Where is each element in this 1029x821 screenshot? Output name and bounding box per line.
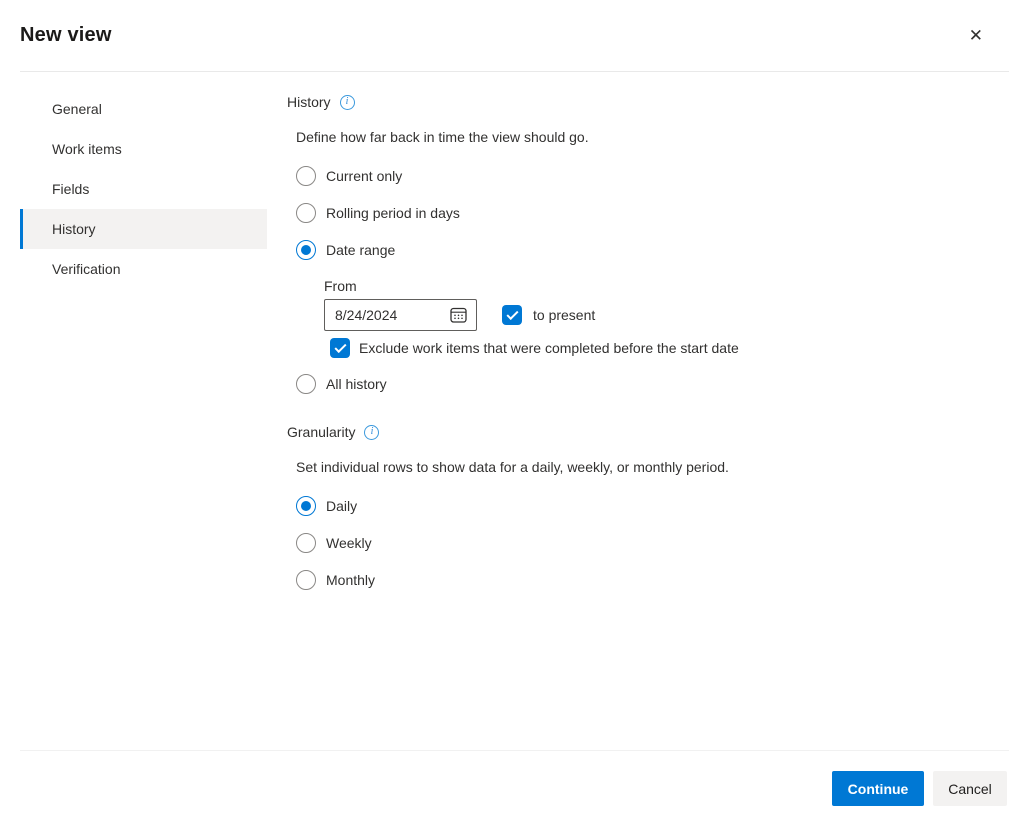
checkbox-checked-icon — [330, 338, 350, 358]
info-icon[interactable]: i — [340, 95, 355, 110]
radio-all-history[interactable]: All history — [296, 374, 1029, 394]
history-section: History i Define how far back in time th… — [287, 92, 1029, 394]
checkbox-checked-icon — [502, 305, 522, 325]
to-present-checkbox[interactable]: to present — [502, 305, 595, 325]
calendar-icon[interactable] — [450, 307, 467, 323]
sidebar-item-general[interactable]: General — [20, 89, 267, 129]
sidebar-item-label: History — [52, 221, 96, 237]
info-icon[interactable]: i — [364, 425, 379, 440]
radio-circle — [296, 374, 316, 394]
radio-circle-selected — [296, 496, 316, 516]
radio-label: Monthly — [326, 572, 375, 588]
dialog-title: New view — [20, 24, 112, 47]
radio-label: Date range — [326, 242, 395, 258]
history-heading-row: History i — [287, 92, 1029, 112]
radio-label: Current only — [326, 168, 402, 184]
dialog-body: General Work items Fields History Verifi… — [0, 72, 1029, 590]
radio-circle — [296, 533, 316, 553]
radio-circle — [296, 570, 316, 590]
from-date-field — [324, 299, 477, 331]
sidebar: General Work items Fields History Verifi… — [0, 72, 267, 590]
checkbox-label: to present — [533, 307, 595, 323]
radio-label: Daily — [326, 498, 357, 514]
cancel-button[interactable]: Cancel — [933, 771, 1007, 806]
checkbox-label: Exclude work items that were completed b… — [359, 340, 739, 356]
sidebar-item-fields[interactable]: Fields — [20, 169, 267, 209]
dialog-header: New view ✕ — [20, 0, 1009, 72]
radio-daily[interactable]: Daily — [296, 496, 1029, 516]
sidebar-item-label: General — [52, 101, 102, 117]
sidebar-item-label: Fields — [52, 181, 89, 197]
close-icon[interactable]: ✕ — [969, 27, 983, 44]
sidebar-item-label: Verification — [52, 261, 120, 277]
sidebar-item-verification[interactable]: Verification — [20, 249, 267, 289]
radio-circle-selected — [296, 240, 316, 260]
radio-rolling-period[interactable]: Rolling period in days — [296, 203, 1029, 223]
sidebar-item-history[interactable]: History — [20, 209, 267, 249]
radio-circle — [296, 166, 316, 186]
granularity-heading: Granularity — [287, 424, 355, 440]
footer-buttons: Continue Cancel — [0, 751, 1029, 806]
radio-weekly[interactable]: Weekly — [296, 533, 1029, 553]
radio-current-only[interactable]: Current only — [296, 166, 1029, 186]
radio-label: Rolling period in days — [326, 205, 460, 221]
sidebar-item-work-items[interactable]: Work items — [20, 129, 267, 169]
continue-button[interactable]: Continue — [832, 771, 924, 806]
dialog-footer: Continue Cancel — [0, 750, 1029, 821]
date-row: to present — [324, 299, 1029, 331]
granularity-section: Granularity i Set individual rows to sho… — [287, 422, 1029, 590]
radio-label: Weekly — [326, 535, 372, 551]
radio-circle — [296, 203, 316, 223]
from-label: From — [324, 278, 1029, 294]
radio-date-range[interactable]: Date range — [296, 240, 1029, 260]
from-date-input[interactable] — [335, 307, 450, 323]
main-content: History i Define how far back in time th… — [267, 72, 1029, 590]
history-heading: History — [287, 94, 331, 110]
radio-label: All history — [326, 376, 387, 392]
radio-monthly[interactable]: Monthly — [296, 570, 1029, 590]
granularity-description: Set individual rows to show data for a d… — [296, 457, 1029, 477]
new-view-dialog: New view ✕ General Work items Fields His… — [0, 0, 1029, 821]
exclude-completed-checkbox[interactable]: Exclude work items that were completed b… — [330, 338, 1029, 358]
date-range-controls: From — [324, 278, 1029, 358]
sidebar-item-label: Work items — [52, 141, 122, 157]
granularity-heading-row: Granularity i — [287, 422, 1029, 442]
history-description: Define how far back in time the view sho… — [296, 127, 1029, 147]
